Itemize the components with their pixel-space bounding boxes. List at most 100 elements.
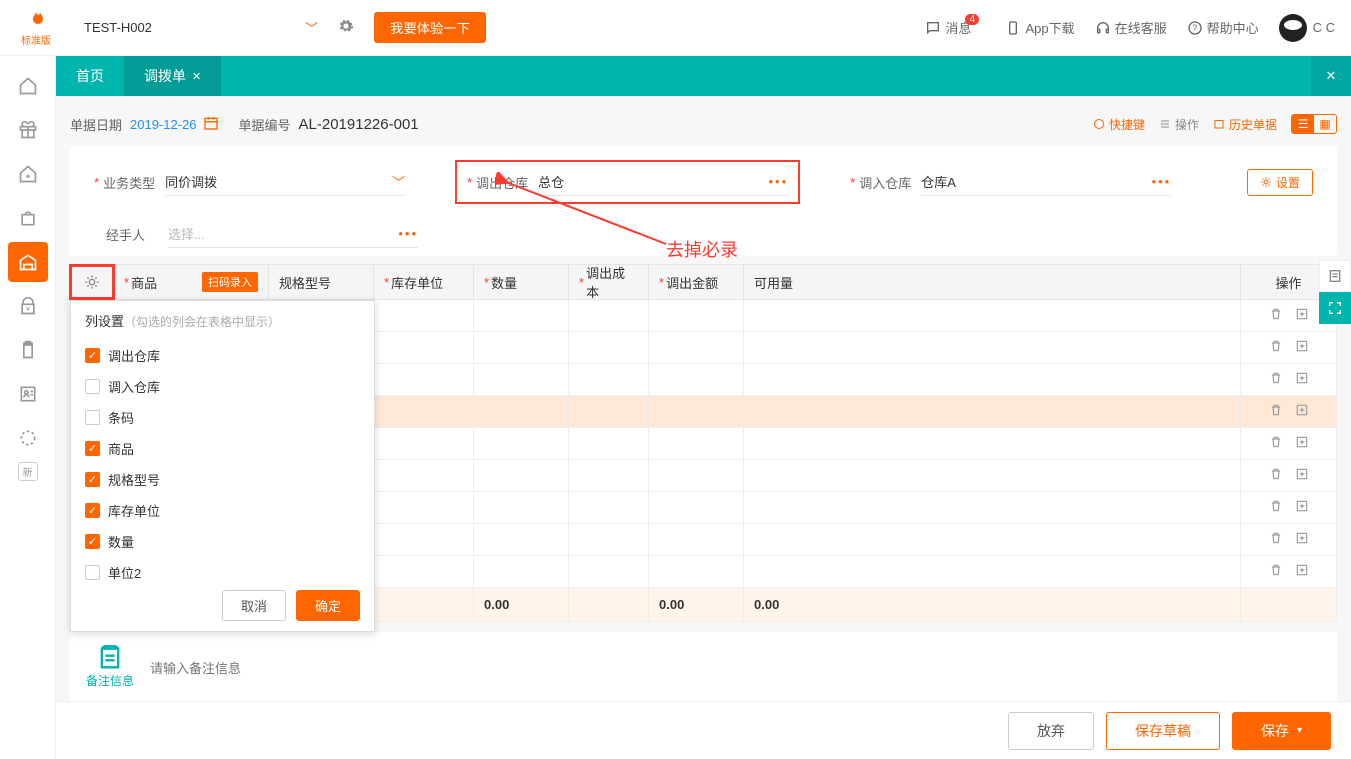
- row-delete-icon[interactable]: [1269, 403, 1283, 420]
- more-icon[interactable]: •••: [769, 174, 789, 189]
- scan-badge[interactable]: 扫码录入: [202, 272, 258, 292]
- field-biz-type[interactable]: * 业务类型 同价调拨﹀: [94, 168, 405, 196]
- close-icon[interactable]: ✕: [192, 70, 201, 83]
- rail-money[interactable]: ¥: [8, 286, 48, 326]
- save-draft-button[interactable]: 保存草稿: [1106, 712, 1220, 750]
- row-delete-icon[interactable]: [1269, 499, 1283, 516]
- tabs-close-all[interactable]: ✕: [1311, 56, 1351, 96]
- remark-block: 备注信息: [70, 632, 1337, 701]
- row-delete-icon[interactable]: [1269, 339, 1283, 356]
- tab-transfer-order[interactable]: 调拨单✕: [124, 56, 221, 96]
- row-add-icon[interactable]: [1295, 403, 1309, 420]
- view-grid-icon: ▦: [1314, 115, 1336, 133]
- popup-list[interactable]: ✓调出仓库调入仓库条码✓商品✓规格型号✓库存单位✓数量单位2: [71, 340, 374, 580]
- col-cost: *调出成本: [569, 265, 649, 299]
- row-add-icon[interactable]: [1295, 371, 1309, 388]
- checkbox-icon: ✓: [85, 348, 100, 363]
- more-icon[interactable]: •••: [398, 226, 418, 241]
- org-name: TEST-H002: [84, 20, 152, 35]
- col-avail: 可用量: [744, 265, 1241, 299]
- col-qty: *数量: [474, 265, 569, 299]
- row-delete-icon[interactable]: [1269, 435, 1283, 452]
- user-menu[interactable]: C C: [1279, 14, 1335, 42]
- col-spec: 规格型号: [269, 265, 374, 299]
- column-option[interactable]: ✓ 商品: [85, 433, 360, 464]
- rail-bag[interactable]: [8, 198, 48, 238]
- row-add-icon[interactable]: [1295, 467, 1309, 484]
- chevron-down-icon: ﹀: [392, 172, 405, 191]
- rail-gift[interactable]: [8, 110, 48, 150]
- online-service-link[interactable]: 在线客服: [1095, 18, 1167, 37]
- gear-icon: [1260, 176, 1272, 188]
- rail-loading[interactable]: [8, 418, 48, 458]
- app-download-link[interactable]: App下载: [1005, 18, 1074, 37]
- row-add-icon[interactable]: [1295, 499, 1309, 516]
- rail-new[interactable]: 新: [18, 462, 38, 481]
- tab-home[interactable]: 首页: [56, 56, 124, 96]
- more-icon[interactable]: •••: [1152, 174, 1172, 189]
- view-mode-toggle[interactable]: ☰ ▦: [1291, 114, 1337, 134]
- rail-contact[interactable]: [8, 374, 48, 414]
- docno-value: AL-20191226-001: [299, 116, 419, 133]
- row-delete-icon[interactable]: [1269, 467, 1283, 484]
- row-add-icon[interactable]: [1295, 435, 1309, 452]
- rail-star-home[interactable]: [8, 154, 48, 194]
- column-option[interactable]: ✓库存单位: [85, 495, 360, 526]
- calendar-icon: [1213, 118, 1225, 130]
- field-handler[interactable]: 经手人 选择...•••: [106, 220, 418, 248]
- column-settings-trigger[interactable]: [70, 265, 114, 299]
- rail-clipboard[interactable]: [8, 330, 48, 370]
- column-option-label: 规格型号: [108, 470, 160, 489]
- column-option[interactable]: 调入仓库: [85, 371, 360, 402]
- list-icon: [1159, 118, 1171, 130]
- column-option[interactable]: ✓调出仓库: [85, 340, 360, 371]
- column-option[interactable]: ✓数量: [85, 526, 360, 557]
- tool-operate[interactable]: 操作: [1159, 116, 1199, 133]
- org-selector[interactable]: TEST-H002 ﹀: [76, 13, 326, 43]
- note-icon: [96, 644, 124, 672]
- messages-link[interactable]: 消息 4: [925, 18, 985, 37]
- trial-button[interactable]: 我要体验一下: [374, 12, 486, 43]
- popup-ok-button[interactable]: 确定: [296, 590, 360, 621]
- field-out-warehouse[interactable]: * 调出仓库 总仓•••: [455, 160, 800, 204]
- rail-home[interactable]: [8, 66, 48, 106]
- row-add-icon[interactable]: [1295, 531, 1309, 548]
- remark-input[interactable]: [150, 644, 1321, 689]
- row-delete-icon[interactable]: [1269, 307, 1283, 324]
- row-add-icon[interactable]: [1295, 307, 1309, 324]
- gear-icon[interactable]: [338, 18, 354, 37]
- row-add-icon[interactable]: [1295, 563, 1309, 580]
- avatar: [1279, 14, 1307, 42]
- column-option[interactable]: 单位2: [85, 557, 360, 580]
- settings-button[interactable]: 设置: [1247, 169, 1313, 196]
- notes-toggle[interactable]: [1319, 260, 1351, 292]
- fullscreen-toggle[interactable]: [1319, 292, 1351, 324]
- popup-cancel-button[interactable]: 取消: [222, 590, 286, 621]
- help-link[interactable]: ? 帮助中心: [1187, 18, 1259, 37]
- checkbox-icon: ✓: [85, 441, 100, 456]
- field-in-warehouse[interactable]: * 调入仓库 仓库A•••: [850, 168, 1171, 196]
- checkbox-icon: [85, 565, 100, 580]
- content: 单据日期 2019-12-26 单据编号 AL-20191226-001 快捷键…: [56, 96, 1351, 759]
- row-add-icon[interactable]: [1295, 339, 1309, 356]
- tool-shortcut[interactable]: 快捷键: [1093, 116, 1145, 133]
- checkbox-icon: ✓: [85, 534, 100, 549]
- column-option[interactable]: ✓规格型号: [85, 464, 360, 495]
- col-product: *商品扫码录入: [114, 265, 269, 299]
- discard-button[interactable]: 放弃: [1008, 712, 1094, 750]
- row-delete-icon[interactable]: [1269, 371, 1283, 388]
- rail-warehouse[interactable]: [8, 242, 48, 282]
- tool-history[interactable]: 历史单据: [1213, 116, 1277, 133]
- foot-amt: 0.00: [649, 588, 744, 621]
- chevron-down-icon: ▾: [1297, 725, 1302, 736]
- row-delete-icon[interactable]: [1269, 563, 1283, 580]
- form-card: * 业务类型 同价调拨﹀ * 调出仓库 总仓••• * 调入仓库 仓库A••• …: [70, 146, 1337, 256]
- row-delete-icon[interactable]: [1269, 531, 1283, 548]
- column-option[interactable]: 条码: [85, 402, 360, 433]
- calendar-icon[interactable]: [203, 115, 219, 134]
- view-list-icon: ☰: [1292, 115, 1314, 133]
- date-value[interactable]: 2019-12-26: [130, 117, 197, 132]
- checkbox-icon: ✓: [85, 503, 100, 518]
- save-button[interactable]: 保存▾: [1232, 712, 1331, 750]
- column-option-label: 商品: [108, 439, 134, 458]
